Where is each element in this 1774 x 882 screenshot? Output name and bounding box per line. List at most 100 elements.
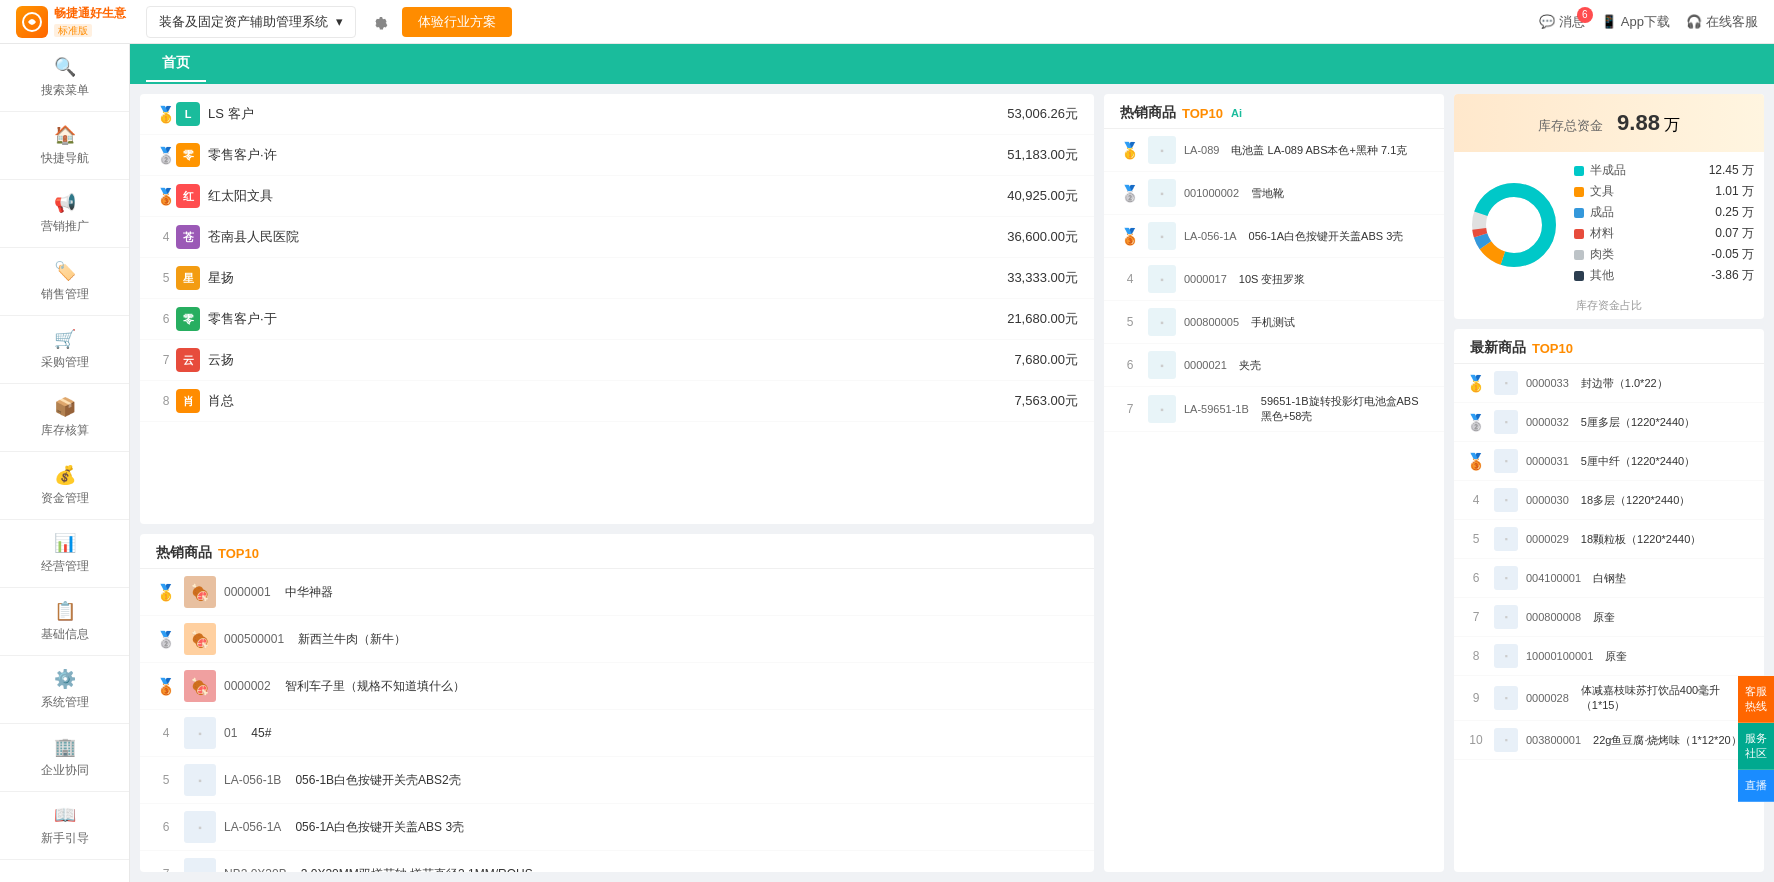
book-icon: 📖 xyxy=(54,804,76,826)
nav-tabs: 首页 xyxy=(130,44,1774,84)
hot-product-item: 7 ▪ NB2.0X30B 2.0X30MM双搓花轴,搓花直径2.1MM/ROH… xyxy=(140,851,1094,872)
page-content: 🥇 L LS 客户 53,006.26元 🥈 零 零售客户·许 51,183.0… xyxy=(130,84,1774,882)
product-name: 056-1A白色按键开关盖ABS 3壳 xyxy=(295,819,464,836)
new-products-header: 最新商品 TOP10 xyxy=(1454,329,1764,364)
stock-amount: 9.88 xyxy=(1617,110,1660,135)
sidebar-item-purchase[interactable]: 🛒 采购管理 xyxy=(0,316,129,384)
sidebar-item-search[interactable]: 🔍 搜索菜单 xyxy=(0,44,129,112)
customer-list-item: 🥉 红 红太阳文具 40,925.00元 xyxy=(140,176,1094,217)
product-code: 004100001 xyxy=(1526,572,1581,584)
legend-dot-stationery xyxy=(1574,187,1584,197)
donut-chart xyxy=(1464,175,1564,275)
new-product-item: 6 ▪ 004100001 白钢垫 xyxy=(1454,559,1764,598)
new-product-item: 🥇 ▪ 0000033 封边带（1.0*22） xyxy=(1454,364,1764,403)
product-name: 056-1A白色按键开关盖ABS 3壳 xyxy=(1249,229,1428,244)
new-products-list: 🥇 ▪ 0000033 封边带（1.0*22） 🥈 ▪ 0000032 5厘多层… xyxy=(1454,364,1764,872)
cs-community-button[interactable]: 服务社区 xyxy=(1738,723,1774,770)
hot-product-item: 5 ▪ LA-056-1B 056-1B白色按键开关壳ABS2壳 xyxy=(140,757,1094,804)
sidebar-item-enterprise[interactable]: 🏢 企业协同 xyxy=(0,724,129,792)
product-ranking-item: 6 ▪ 0000021 夹壳 xyxy=(1104,344,1444,387)
logo-icon xyxy=(16,6,48,38)
product-name: 22g鱼豆腐·烧烤味（1*12*20） xyxy=(1593,733,1752,748)
customer-list-item: 7 云 云扬 7,680.00元 xyxy=(140,340,1094,381)
far-right-area: 库存总资金 9.88 万 xyxy=(1454,94,1764,872)
system-selector[interactable]: 装备及固定资产辅助管理系统 ▾ xyxy=(146,6,356,38)
product-ranking-item: 4 ▪ 0000017 10S 变扭罗浆 xyxy=(1104,258,1444,301)
sidebar-item-quicknav[interactable]: 🏠 快捷导航 xyxy=(0,112,129,180)
product-thumbnail: ▪ xyxy=(184,858,216,872)
system-name: 装备及固定资产辅助管理系统 xyxy=(159,13,328,31)
legend-item: 材料 0.07 万 xyxy=(1574,225,1754,242)
app-label: App下载 xyxy=(1621,13,1670,31)
hot-product-item: 6 ▪ LA-056-1A 056-1A白色按键开关盖ABS 3壳 xyxy=(140,804,1094,851)
product-code: 0000021 xyxy=(1184,359,1227,371)
tab-home[interactable]: 首页 xyxy=(146,46,206,82)
product-name: 原奎 xyxy=(1605,649,1752,664)
legend-dot-semifinished xyxy=(1574,166,1584,176)
service-label: 在线客服 xyxy=(1706,13,1758,31)
customer-ranking-panel: 🥇 L LS 客户 53,006.26元 🥈 零 零售客户·许 51,183.0… xyxy=(140,94,1094,524)
customer-list-item: 6 零 零售客户·于 21,680.00元 xyxy=(140,299,1094,340)
product-thumb: ▪ xyxy=(1148,351,1176,379)
product-ranking-panel: 热销商品 TOP10 Ai 🥇 ▪ LA-089 电池盖 LA-089 ABS本… xyxy=(1104,94,1444,872)
messages-button[interactable]: 💬 消息 6 xyxy=(1539,13,1585,31)
legend-item: 肉类 -0.05 万 xyxy=(1574,246,1754,263)
search-icon: 🔍 xyxy=(54,56,76,78)
online-service-button[interactable]: 🎧 在线客服 xyxy=(1686,13,1758,31)
customer-list-item: 4 苍 苍南县人民医院 36,600.00元 xyxy=(140,217,1094,258)
legend-item: 其他 -3.86 万 xyxy=(1574,267,1754,284)
trial-button[interactable]: 体验行业方案 xyxy=(402,7,512,37)
legend-dot-finished xyxy=(1574,208,1584,218)
new-product-thumb: ▪ xyxy=(1494,410,1518,434)
sidebar-item-basic[interactable]: 📋 基础信息 xyxy=(0,588,129,656)
new-product-item: 8 ▪ 10000100001 原奎 xyxy=(1454,637,1764,676)
ai-label: Ai xyxy=(1231,107,1242,119)
sidebar-item-sales[interactable]: 🏷️ 销售管理 xyxy=(0,248,129,316)
sidebar-item-finance[interactable]: 💰 资金管理 xyxy=(0,452,129,520)
hot-product-item: 🥇 🍖 0000001 中华神器 xyxy=(140,569,1094,616)
header-right: 💬 消息 6 📱 App下载 🎧 在线客服 xyxy=(1539,13,1758,31)
settings-gear-button[interactable] xyxy=(364,7,394,37)
product-thumb: ▪ xyxy=(1148,395,1176,423)
sidebar-item-operations[interactable]: 📊 经营管理 xyxy=(0,520,129,588)
stock-subtitle: 库存资金占比 xyxy=(1454,298,1764,319)
cs-live-button[interactable]: 直播 xyxy=(1738,770,1774,802)
product-thumb: ▪ xyxy=(1148,308,1176,336)
product-thumbnail: 🍖 xyxy=(184,670,216,702)
hot-products-title: 热销商品 xyxy=(156,544,212,562)
product-code: 0000002 xyxy=(224,679,271,693)
product-code: 003800001 xyxy=(1526,734,1581,746)
sidebar-item-system[interactable]: ⚙️ 系统管理 xyxy=(0,656,129,724)
sidebar-item-marketing[interactable]: 📢 营销推广 xyxy=(0,180,129,248)
product-code: LA-089 xyxy=(1184,144,1219,156)
hot-products-panel: 热销商品 TOP10 🥇 🍖 0000001 中华神器 🥈 🍖 00050000… xyxy=(140,534,1094,872)
panels-area: 🥇 L LS 客户 53,006.26元 🥈 零 零售客户·许 51,183.0… xyxy=(130,84,1774,882)
logo-badge: 标准版 xyxy=(54,24,92,37)
sidebar-item-guide[interactable]: 📖 新手引导 xyxy=(0,792,129,860)
legend-item: 文具 1.01 万 xyxy=(1574,183,1754,200)
product-thumbnail: ▪ xyxy=(184,717,216,749)
stock-summary-panel: 库存总资金 9.88 万 xyxy=(1454,94,1764,319)
customer-list: 🥇 L LS 客户 53,006.26元 🥈 零 零售客户·许 51,183.0… xyxy=(140,94,1094,422)
hot-products-badge: TOP10 xyxy=(218,546,259,561)
product-ranking-header: 热销商品 TOP10 Ai xyxy=(1104,94,1444,129)
content-area: 首页 🥇 L LS 客户 53,006.26元 🥈 零 零售客户·许 51,18… xyxy=(130,44,1774,882)
product-code: 01 xyxy=(224,726,237,740)
new-product-item: 4 ▪ 0000030 18多层（1220*2440） xyxy=(1454,481,1764,520)
product-thumbnail: ▪ xyxy=(184,764,216,796)
sidebar-item-inventory[interactable]: 📦 库存核算 xyxy=(0,384,129,452)
megaphone-icon: 📢 xyxy=(54,192,76,214)
product-name: 2.0X30MM双搓花轴,搓花直径2.1MM/ROHS xyxy=(301,866,533,873)
product-name: 雪地靴 xyxy=(1251,186,1428,201)
product-ranking-list: 🥇 ▪ LA-089 电池盖 LA-089 ABS本色+黑种 7.1克 🥈 ▪ … xyxy=(1104,129,1444,872)
product-name: 056-1B白色按键开关壳ABS2壳 xyxy=(295,772,460,789)
product-code: 0000033 xyxy=(1526,377,1569,389)
app-download-button[interactable]: 📱 App下载 xyxy=(1601,13,1670,31)
new-product-item: 5 ▪ 0000029 18颗粒板（1220*2440） xyxy=(1454,520,1764,559)
product-ranking-item: 🥉 ▪ LA-056-1A 056-1A白色按键开关盖ABS 3壳 xyxy=(1104,215,1444,258)
legend-dot-other xyxy=(1574,271,1584,281)
middle-column: 🥇 L LS 客户 53,006.26元 🥈 零 零售客户·许 51,183.0… xyxy=(140,94,1094,872)
cs-hotline-button[interactable]: 客服热线 xyxy=(1738,676,1774,723)
product-code: 0000030 xyxy=(1526,494,1569,506)
product-ranking-item: 🥇 ▪ LA-089 电池盖 LA-089 ABS本色+黑种 7.1克 xyxy=(1104,129,1444,172)
